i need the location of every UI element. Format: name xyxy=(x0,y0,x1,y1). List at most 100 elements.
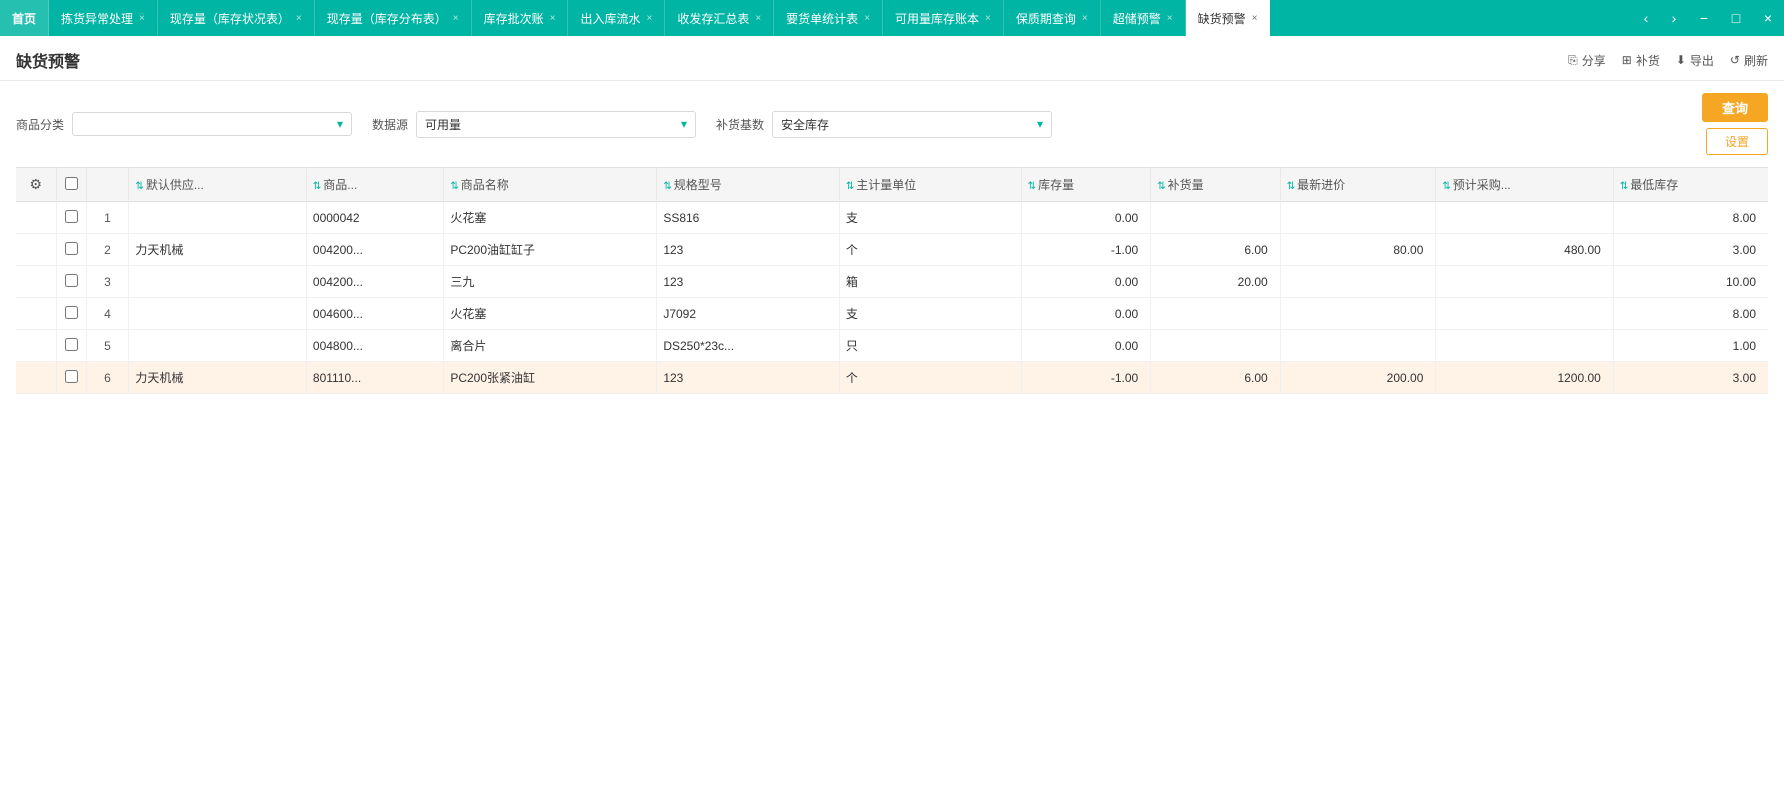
nav-tab-6[interactable]: 收发存汇总表× xyxy=(665,0,774,36)
tab-close-11[interactable]: × xyxy=(1252,13,1258,24)
th-stock[interactable]: ⇅库存量 xyxy=(1021,168,1151,202)
row-checkbox-3[interactable] xyxy=(65,306,78,319)
th-name[interactable]: ⇅商品名称 xyxy=(444,168,657,202)
table-body: 1 0000042 火花塞 SS816 支 0.00 8.00 2 力天机械 0… xyxy=(16,202,1768,394)
nav-tabs: 首页拣货异常处理×现存量（库存状况表）×现存量（库存分布表）×库存批次账×出入库… xyxy=(0,0,1784,36)
table-row: 3 004200... 三九 123 箱 0.00 20.00 10.00 xyxy=(16,266,1768,298)
td-unit-1: 个 xyxy=(839,234,1021,266)
datasource-label: 数据源 xyxy=(372,116,408,133)
th-gear[interactable]: ⚙ xyxy=(16,168,56,202)
td-replenish-1: 6.00 xyxy=(1151,234,1281,266)
datasource-select[interactable]: 可用量 ▾ xyxy=(416,111,696,138)
table-row: 6 力天机械 801110... PC200张紧油缸 123 个 -1.00 6… xyxy=(16,362,1768,394)
query-button[interactable]: 查询 xyxy=(1702,93,1768,122)
nav-arrow-left[interactable]: ‹ xyxy=(1632,0,1660,36)
td-est-purchase-5: 1200.00 xyxy=(1436,362,1613,394)
tab-close-5[interactable]: × xyxy=(646,13,652,24)
filter-actions: 查询 设置 xyxy=(1702,93,1768,155)
tab-close-7[interactable]: × xyxy=(864,13,870,24)
row-checkbox-4[interactable] xyxy=(65,338,78,351)
td-latest-price-5: 200.00 xyxy=(1280,362,1436,394)
td-est-purchase-1: 480.00 xyxy=(1436,234,1613,266)
table-header: ⚙ ⇅默认供应... ⇅商品... ⇅商品名称 ⇅规格型号 ⇅主计量单位 ⇅库存… xyxy=(16,168,1768,202)
th-unit[interactable]: ⇅主计量单位 xyxy=(839,168,1021,202)
nav-tab-0[interactable]: 首页 xyxy=(0,0,49,36)
settings-button[interactable]: 设置 xyxy=(1706,128,1768,155)
td-checkbox-3[interactable] xyxy=(56,298,86,330)
th-checkbox xyxy=(56,168,86,202)
td-checkbox-2[interactable] xyxy=(56,266,86,298)
td-seq-1: 2 xyxy=(86,234,129,266)
export-button[interactable]: ⬇ 导出 xyxy=(1676,52,1714,69)
nav-tab-8[interactable]: 可用量库存账本× xyxy=(883,0,1004,36)
nav-tab-10[interactable]: 超储预警× xyxy=(1101,0,1186,36)
td-stock-0: 0.00 xyxy=(1021,202,1151,234)
td-code-5: 801110... xyxy=(306,362,443,394)
td-checkbox-4[interactable] xyxy=(56,330,86,362)
table-row: 5 004800... 离合片 DS250*23c... 只 0.00 1.00 xyxy=(16,330,1768,362)
th-est-purchase[interactable]: ⇅预计采购... xyxy=(1436,168,1613,202)
nav-tab-3[interactable]: 现存量（库存分布表）× xyxy=(315,0,472,36)
td-seq-0: 1 xyxy=(86,202,129,234)
td-min-stock-4: 1.00 xyxy=(1613,330,1768,362)
th-supplier[interactable]: ⇅默认供应... xyxy=(129,168,306,202)
td-gear-0 xyxy=(16,202,56,234)
td-replenish-5: 6.00 xyxy=(1151,362,1281,394)
nav-tab-1[interactable]: 拣货异常处理× xyxy=(49,0,158,36)
td-spec-4: DS250*23c... xyxy=(657,330,840,362)
nav-tab-11[interactable]: 缺货预警× xyxy=(1186,0,1271,36)
td-replenish-3 xyxy=(1151,298,1281,330)
row-checkbox-0[interactable] xyxy=(65,210,78,223)
th-code[interactable]: ⇅商品... xyxy=(306,168,443,202)
page-title: 缺货预警 xyxy=(16,48,1568,72)
nav-tab-5[interactable]: 出入库流水× xyxy=(568,0,665,36)
nav-arrow-right[interactable]: › xyxy=(1660,0,1688,36)
header-actions: ⎘ 分享 ⊞ 补货 ⬇ 导出 ↺ 刷新 xyxy=(1568,52,1768,69)
td-checkbox-5[interactable] xyxy=(56,362,86,394)
select-all-checkbox[interactable] xyxy=(65,177,78,190)
td-unit-2: 箱 xyxy=(839,266,1021,298)
tab-close-9[interactable]: × xyxy=(1082,13,1088,24)
gear-icon[interactable]: ⚙ xyxy=(29,176,42,192)
th-min-stock[interactable]: ⇅最低库存 xyxy=(1613,168,1768,202)
tab-close-6[interactable]: × xyxy=(755,13,761,24)
share-button[interactable]: ⎘ 分享 xyxy=(1568,52,1606,69)
tab-close-4[interactable]: × xyxy=(550,13,556,24)
td-latest-price-1: 80.00 xyxy=(1280,234,1436,266)
th-seq xyxy=(86,168,129,202)
minimize-button[interactable]: − xyxy=(1688,0,1720,36)
td-gear-4 xyxy=(16,330,56,362)
nav-tab-4[interactable]: 库存批次账× xyxy=(472,0,569,36)
th-replenish[interactable]: ⇅补货量 xyxy=(1151,168,1281,202)
row-checkbox-5[interactable] xyxy=(65,370,78,383)
maximize-button[interactable]: □ xyxy=(1720,0,1752,36)
row-checkbox-1[interactable] xyxy=(65,242,78,255)
td-min-stock-3: 8.00 xyxy=(1613,298,1768,330)
tab-close-3[interactable]: × xyxy=(453,13,459,24)
nav-tab-2[interactable]: 现存量（库存状况表）× xyxy=(158,0,315,36)
category-filter: 商品分类 ▾ xyxy=(16,112,352,136)
nav-tab-9[interactable]: 保质期查询× xyxy=(1004,0,1101,36)
th-spec[interactable]: ⇅规格型号 xyxy=(657,168,840,202)
td-supplier-3 xyxy=(129,298,306,330)
tab-close-1[interactable]: × xyxy=(139,13,145,24)
refresh-button[interactable]: ↺ 刷新 xyxy=(1730,52,1768,69)
row-checkbox-2[interactable] xyxy=(65,274,78,287)
tab-close-8[interactable]: × xyxy=(985,13,991,24)
td-stock-2: 0.00 xyxy=(1021,266,1151,298)
nav-tab-7[interactable]: 要货单统计表× xyxy=(774,0,883,36)
td-spec-1: 123 xyxy=(657,234,840,266)
replenish-button[interactable]: ⊞ 补货 xyxy=(1622,52,1660,69)
tab-close-2[interactable]: × xyxy=(296,13,302,24)
tab-close-10[interactable]: × xyxy=(1167,13,1173,24)
td-replenish-2: 20.00 xyxy=(1151,266,1281,298)
td-latest-price-0 xyxy=(1280,202,1436,234)
category-select[interactable]: ▾ xyxy=(72,112,352,136)
td-code-4: 004800... xyxy=(306,330,443,362)
th-latest-price[interactable]: ⇅最新进价 xyxy=(1280,168,1436,202)
td-checkbox-1[interactable] xyxy=(56,234,86,266)
td-checkbox-0[interactable] xyxy=(56,202,86,234)
close-window-button[interactable]: × xyxy=(1752,0,1784,36)
base-select[interactable]: 安全库存 ▾ xyxy=(772,111,1052,138)
replenish-icon: ⊞ xyxy=(1622,53,1632,67)
